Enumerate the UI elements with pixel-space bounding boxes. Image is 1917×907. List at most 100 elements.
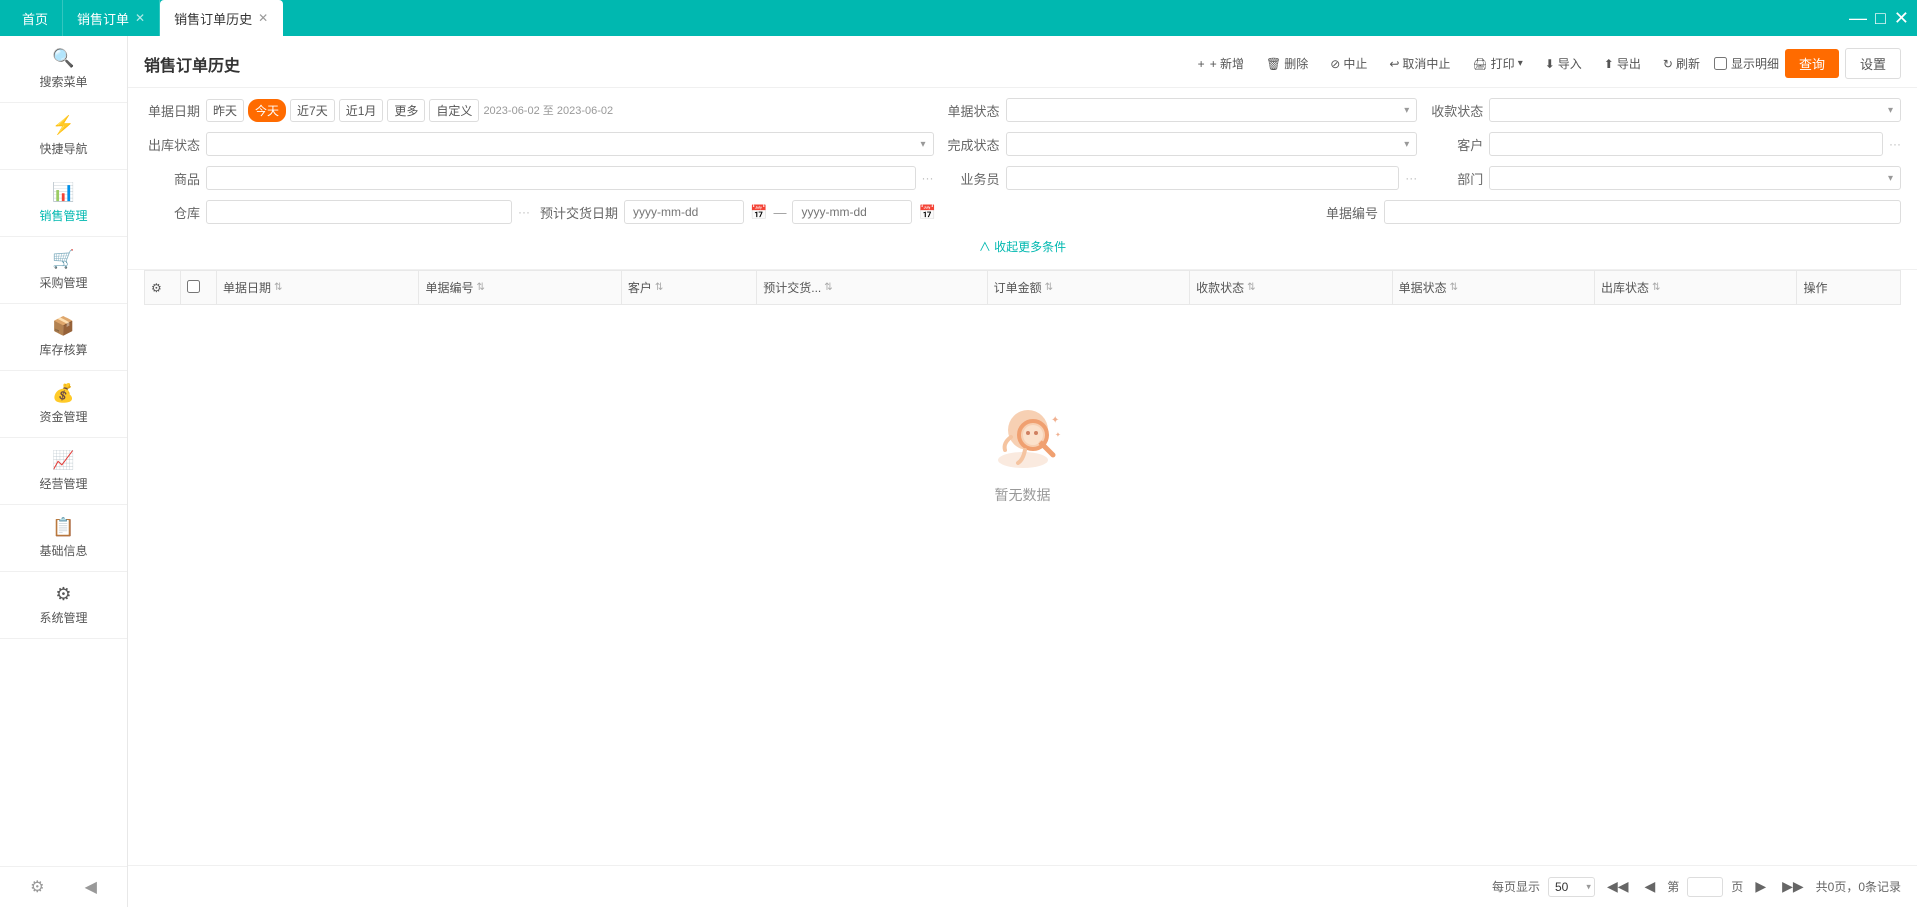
print-button[interactable]: 🖨 打印 ▾ (1464, 51, 1530, 76)
delete-button[interactable]: 🗑 删除 (1258, 51, 1316, 76)
goods-input[interactable] (206, 166, 916, 190)
import-button[interactable]: ⬇ 导入 (1537, 51, 1590, 76)
goods-dots[interactable]: ··· (922, 171, 934, 185)
display-detail-checkbox[interactable]: 显示明细 (1714, 55, 1779, 72)
cancel-stop-button[interactable]: ↩ 取消中止 (1381, 51, 1458, 76)
sort-order-status-icon[interactable]: ⇅ (1450, 282, 1458, 293)
more-btn[interactable]: 更多 (387, 99, 425, 122)
th-operation-label: 操作 (1803, 281, 1827, 295)
today-btn[interactable]: 今天 (248, 99, 286, 122)
maximize-btn[interactable]: □ (1875, 8, 1886, 29)
filter-dept: 部门 (1427, 166, 1901, 190)
sort-outbound-status-icon[interactable]: ⇅ (1652, 282, 1660, 293)
minimize-btn[interactable]: — (1849, 8, 1867, 29)
sort-date-icon[interactable]: ⇅ (274, 282, 282, 293)
warehouse-input[interactable] (206, 200, 512, 224)
sort-order-no-icon[interactable]: ⇅ (476, 282, 484, 293)
setting-button[interactable]: 设置 (1845, 48, 1901, 79)
custom-btn[interactable]: 自定义 (429, 99, 479, 122)
sidebar-item-purchase-mgmt[interactable]: 🛒 采购管理 (0, 237, 127, 304)
th-settings[interactable]: ⚙ (145, 271, 181, 305)
expected-date-label: 预计交货日期 (540, 203, 618, 222)
settings-icon[interactable]: ⚙ (151, 281, 162, 295)
tab-sales-order[interactable]: 销售订单 ✕ (63, 0, 160, 36)
sort-expected-date-icon[interactable]: ⇅ (824, 282, 832, 293)
th-outbound-status-label: 出库状态 (1601, 279, 1649, 296)
order-status-select[interactable] (1006, 98, 1418, 122)
sidebar-item-quick-nav[interactable]: ⚡ 快捷导航 (0, 103, 127, 170)
sort-customer-icon[interactable]: ⇅ (655, 282, 663, 293)
th-date: 单据日期 ⇅ (217, 271, 419, 305)
new-button[interactable]: + + 新增 (1190, 51, 1252, 76)
prev-page-btn[interactable]: ◀ (1641, 876, 1660, 897)
close-btn[interactable]: ✕ (1894, 8, 1909, 29)
last-page-btn[interactable]: ▶▶ (1778, 876, 1808, 897)
per-page-label: 每页显示 (1492, 878, 1540, 895)
page-suffix: 页 (1731, 878, 1743, 895)
next-page-btn[interactable]: ▶ (1751, 876, 1770, 897)
sales-mgmt-icon: 📊 (52, 182, 74, 203)
sidebar-item-sales-mgmt[interactable]: 📊 销售管理 (0, 170, 127, 237)
th-expected-date: 预计交货... ⇅ (757, 271, 987, 305)
filter-goods: 商品 ··· (144, 166, 934, 190)
filter-salesperson: 业务员 ··· (944, 166, 1418, 190)
sidebar-item-system-mgmt[interactable]: ⚙ 系统管理 (0, 572, 127, 639)
dept-select[interactable] (1489, 166, 1901, 190)
outbound-status-select[interactable] (206, 132, 934, 156)
customer-input[interactable] (1489, 132, 1883, 156)
expected-date-from[interactable] (624, 200, 744, 224)
expected-date-from-icon[interactable]: 📅 (750, 204, 767, 221)
sidebar-item-search-menu-label: 搜索菜单 (39, 73, 87, 90)
sidebar-item-base-info[interactable]: 📋 基础信息 (0, 505, 127, 572)
payment-status-select[interactable] (1489, 98, 1901, 122)
order-no-label: 单据编号 (1322, 203, 1378, 222)
customer-dots[interactable]: ··· (1889, 137, 1901, 151)
page-input[interactable]: 1 (1687, 877, 1723, 897)
sidebar-item-finance[interactable]: 💰 资金管理 (0, 371, 127, 438)
stop-button[interactable]: ⊘ 中止 (1322, 51, 1375, 76)
query-button[interactable]: 查询 (1785, 49, 1839, 78)
filter-row-3: 商品 ··· 业务员 ··· 部门 (144, 166, 1901, 190)
th-outbound-status: 出库状态 ⇅ (1595, 271, 1797, 305)
refresh-button[interactable]: ↻ 刷新 (1655, 51, 1708, 76)
sidebar-settings-icon[interactable]: ⚙ (30, 877, 44, 897)
expected-date-to-icon[interactable]: 📅 (918, 204, 935, 221)
empty-text: 暂无数据 (995, 485, 1051, 505)
complete-status-select[interactable] (1006, 132, 1418, 156)
display-detail-input[interactable] (1714, 57, 1727, 70)
expected-date-to[interactable] (792, 200, 912, 224)
last7-btn[interactable]: 近7天 (290, 99, 335, 122)
select-all-checkbox[interactable] (187, 280, 200, 293)
export-button[interactable]: ⬆ 导出 (1596, 51, 1649, 76)
per-page-select[interactable]: 20 50 100 (1548, 877, 1595, 897)
date-to: 2023-06-02 (557, 105, 613, 117)
tab-sales-order-history-close[interactable]: ✕ (258, 11, 268, 25)
stop-icon: ⊘ (1330, 57, 1340, 71)
tab-home[interactable]: 首页 (8, 0, 63, 36)
sort-amount-icon[interactable]: ⇅ (1045, 282, 1053, 293)
tab-sales-order-history[interactable]: 销售订单历史 ✕ (160, 0, 283, 36)
tab-home-label: 首页 (22, 9, 48, 28)
first-page-btn[interactable]: ◀◀ (1603, 876, 1633, 897)
cancel-stop-icon: ↩ (1389, 57, 1399, 71)
sidebar-collapse-icon[interactable]: ◀ (85, 877, 97, 897)
yesterday-btn[interactable]: 昨天 (206, 99, 244, 122)
warehouse-dots[interactable]: ··· (518, 205, 530, 219)
sidebar-item-inventory[interactable]: 📦 库存核算 (0, 304, 127, 371)
date-range-text: 2023-06-02 至 2023-06-02 (483, 102, 613, 118)
sidebar-item-operations[interactable]: 📈 经营管理 (0, 438, 127, 505)
th-checkbox[interactable] (181, 271, 217, 305)
collapse-more-btn[interactable]: ∧ 收起更多条件 (144, 234, 1901, 259)
filter-row-4: 仓库 ··· 预计交货日期 📅 — 📅 单据编号 (144, 200, 1901, 224)
tab-sales-order-close[interactable]: ✕ (135, 11, 145, 25)
new-label: + 新增 (1210, 55, 1244, 72)
sidebar-item-search-menu[interactable]: 🔍 搜索菜单 (0, 36, 127, 103)
order-no-input[interactable] (1384, 200, 1901, 224)
dept-select-wrapper (1489, 166, 1901, 190)
payment-status-select-wrapper (1489, 98, 1901, 122)
salesperson-dots[interactable]: ··· (1405, 171, 1417, 185)
salesperson-input[interactable] (1006, 166, 1400, 190)
last1month-btn[interactable]: 近1月 (339, 99, 384, 122)
window-controls: — □ ✕ (1849, 8, 1909, 29)
sort-payment-status-icon[interactable]: ⇅ (1247, 282, 1255, 293)
